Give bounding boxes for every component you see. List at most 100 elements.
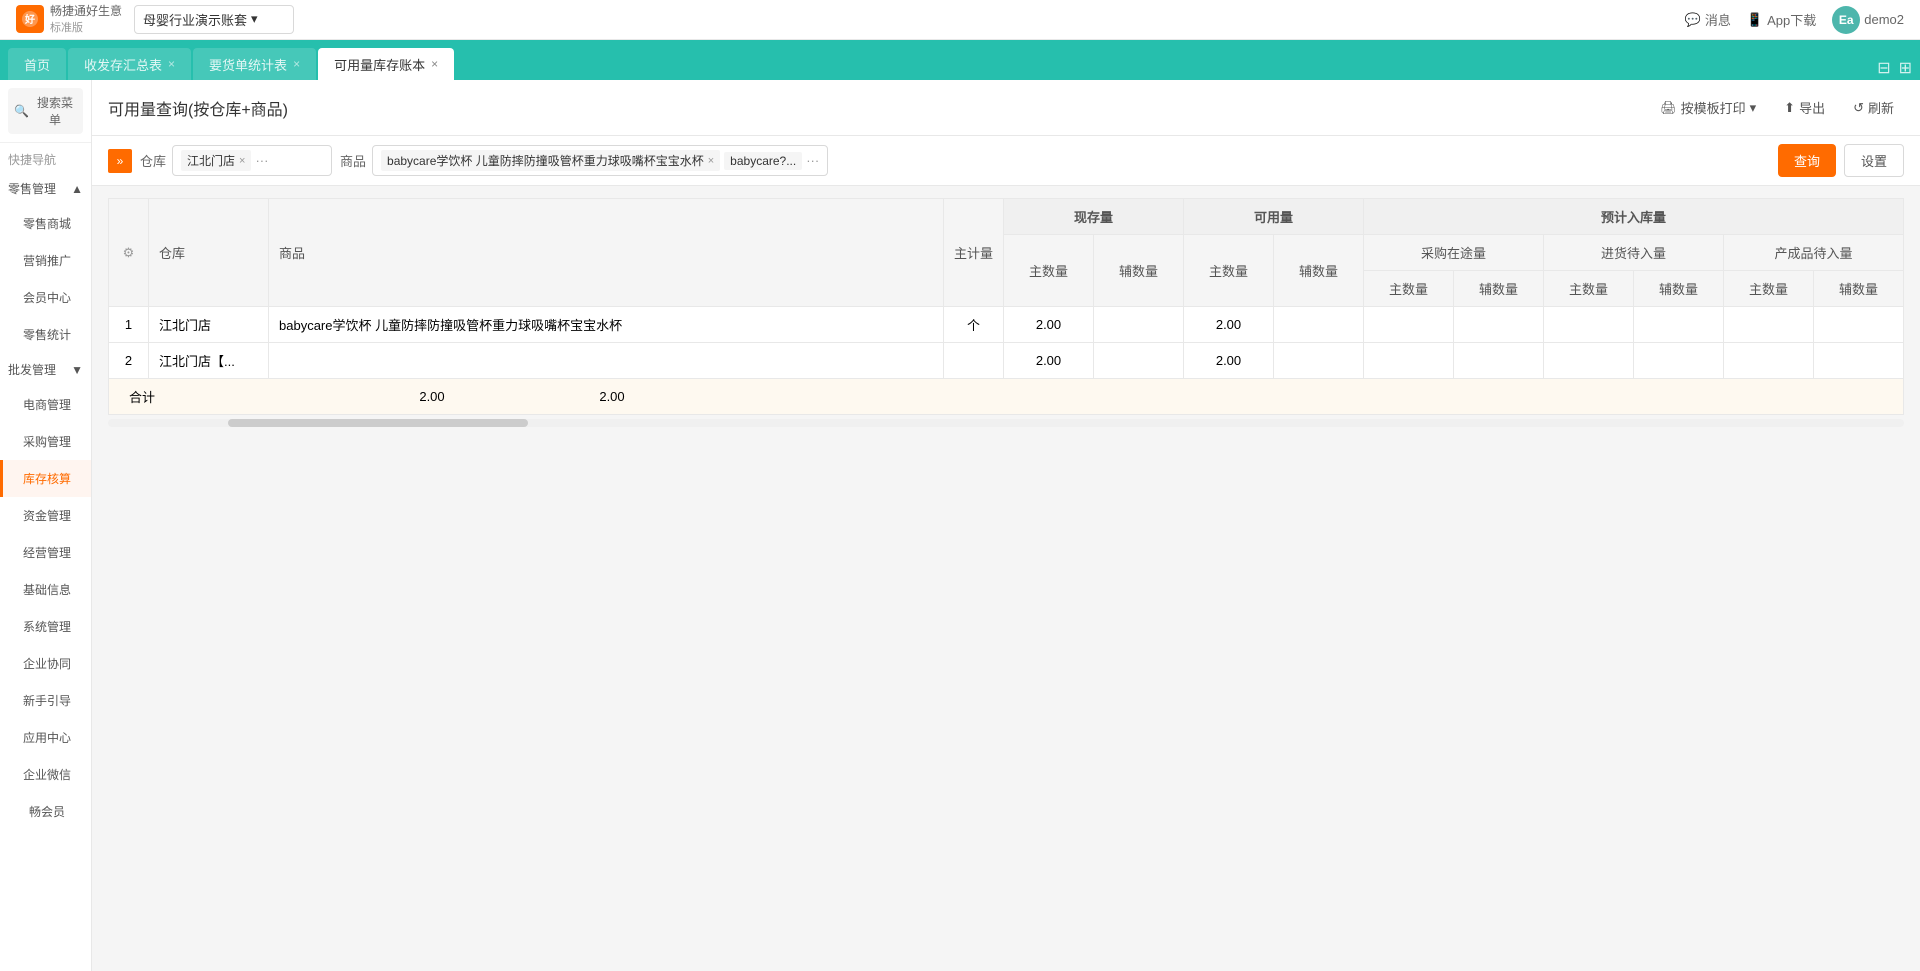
- message-button[interactable]: 💬 消息: [1685, 10, 1731, 29]
- sidebar-item-retail-stat[interactable]: 零售统计: [0, 316, 91, 353]
- tab-available[interactable]: 可用量库存账本 ×: [318, 48, 454, 80]
- cell-stock-main: 2.00: [1004, 307, 1094, 343]
- product-more[interactable]: ···: [806, 153, 819, 168]
- sidebar-search: 🔍 搜索菜单: [0, 80, 91, 143]
- sidebar-item-wechat[interactable]: 企业微信: [0, 756, 91, 793]
- tab-minimize-icon[interactable]: ⊟: [1877, 58, 1890, 78]
- table-footer: 合计 2.00 2.00: [108, 379, 1904, 415]
- print-arrow: ▾: [1750, 100, 1757, 116]
- tab-receive-label: 收发存汇总表: [84, 55, 162, 74]
- warehouse-filter-label: 仓库: [140, 151, 166, 170]
- tab-order[interactable]: 要货单统计表 ×: [193, 48, 316, 80]
- search-menu-button[interactable]: 🔍 搜索菜单: [8, 88, 83, 134]
- export-icon: ⬆: [1784, 100, 1795, 116]
- cell-stock-main: 2.00: [1004, 343, 1094, 379]
- tab-home-label: 首页: [24, 55, 50, 74]
- sidebar-item-retail-mall[interactable]: 零售商城: [0, 205, 91, 242]
- cell-incoming-main: [1544, 343, 1634, 379]
- tab-receive[interactable]: 收发存汇总表 ×: [68, 48, 191, 80]
- tab-receive-close[interactable]: ×: [168, 57, 175, 71]
- user-menu[interactable]: Ea demo2: [1832, 6, 1904, 34]
- export-label: 导出: [1799, 98, 1825, 117]
- cell-unit: 个: [944, 307, 1004, 343]
- th-production-group: 产成品待入量: [1724, 235, 1904, 271]
- sidebar-item-member[interactable]: 会员中心: [0, 279, 91, 316]
- sidebar-item-label: 企业协同: [23, 657, 71, 671]
- username: demo2: [1864, 12, 1904, 27]
- chevron-down-icon: ▾: [251, 11, 258, 27]
- th-purchase-aux: 辅数量: [1454, 271, 1544, 307]
- warehouse-tag-close[interactable]: ×: [239, 155, 245, 167]
- tab-home[interactable]: 首页: [8, 48, 66, 80]
- top-bar-right: 💬 消息 📱 App下载 Ea demo2: [1685, 6, 1904, 34]
- print-label: 按模板打印: [1681, 98, 1746, 117]
- sidebar-item-system[interactable]: 系统管理: [0, 608, 91, 645]
- sidebar-item-appcenter[interactable]: 应用中心: [0, 719, 91, 756]
- print-icon: 🖨: [1660, 100, 1677, 116]
- sidebar-item-marketing[interactable]: 营销推广: [0, 242, 91, 279]
- cell-product: [269, 343, 944, 379]
- sidebar-item-collab[interactable]: 企业协同: [0, 645, 91, 682]
- th-stock-group: 现存量: [1004, 199, 1184, 235]
- top-bar-left: 好 畅捷通好生意 标准版 母婴行业演示账套 ▾: [16, 4, 294, 34]
- sidebar-item-inventory[interactable]: 库存核算: [0, 460, 91, 497]
- print-button[interactable]: 🖨 按模板打印 ▾: [1650, 92, 1766, 123]
- th-purchase-main: 主数量: [1364, 271, 1454, 307]
- sidebar-item-purchase[interactable]: 采购管理: [0, 423, 91, 460]
- tab-order-close[interactable]: ×: [293, 57, 300, 71]
- table-scroll-thumb[interactable]: [228, 419, 528, 427]
- cell-production-aux: [1814, 307, 1904, 343]
- export-button[interactable]: ⬆ 导出: [1774, 92, 1835, 123]
- cell-available-main: 2.00: [1184, 307, 1274, 343]
- sidebar-item-label: 电商管理: [23, 398, 71, 412]
- tab-available-label: 可用量库存账本: [334, 55, 425, 74]
- warehouse-filter-group: 仓库 江北门店 × ···: [140, 145, 332, 176]
- cell-unit: [944, 343, 1004, 379]
- product-filter-input[interactable]: babycare学饮杯 儿童防摔防撞吸管杯重力球吸嘴杯宝宝水杯 × babyca…: [372, 145, 828, 176]
- sidebar-item-retail-mgmt[interactable]: 零售管理 ▲: [0, 172, 91, 205]
- cell-seq: 2: [109, 343, 149, 379]
- settings-icon[interactable]: ⚙: [123, 245, 135, 260]
- sidebar-item-operation[interactable]: 经营管理: [0, 534, 91, 571]
- th-seq: ⚙: [109, 199, 149, 307]
- sidebar-item-label: 经营管理: [23, 546, 71, 560]
- download-button[interactable]: 📱 App下载: [1747, 10, 1816, 29]
- table-scroll-bar[interactable]: [108, 419, 1904, 427]
- tenant-name: 母婴行业演示账套: [143, 10, 247, 29]
- sidebar-item-ecommerce[interactable]: 电商管理: [0, 386, 91, 423]
- th-available-main: 主数量: [1184, 235, 1274, 307]
- product-filter-group: 商品 babycare学饮杯 儿童防摔防撞吸管杯重力球吸嘴杯宝宝水杯 × bab…: [340, 145, 828, 176]
- query-button[interactable]: 查询: [1778, 144, 1836, 177]
- product-tag-1-value: babycare学饮杯 儿童防摔防撞吸管杯重力球吸嘴杯宝宝水杯: [387, 152, 704, 169]
- tab-expand-icon[interactable]: ⊞: [1899, 58, 1912, 78]
- settings-button[interactable]: 设置: [1844, 144, 1904, 177]
- filter-bar: » 仓库 江北门店 × ··· 商品 babycare学饮杯 儿童防摔防撞吸管杯…: [92, 136, 1920, 186]
- message-label: 消息: [1705, 10, 1731, 29]
- cell-stock-aux: [1094, 307, 1184, 343]
- content-area: 可用量查询(按仓库+商品) 🖨 按模板打印 ▾ ⬆ 导出 ↺ 刷新: [92, 80, 1920, 971]
- warehouse-more[interactable]: ···: [255, 153, 268, 168]
- sidebar-item-newbie[interactable]: 新手引导: [0, 682, 91, 719]
- th-product: 商品: [269, 199, 944, 307]
- sidebar-item-basic[interactable]: 基础信息: [0, 571, 91, 608]
- filter-expand-button[interactable]: »: [108, 149, 132, 173]
- warehouse-tag: 江北门店 ×: [181, 150, 251, 171]
- page-actions: 🖨 按模板打印 ▾ ⬆ 导出 ↺ 刷新: [1650, 92, 1904, 123]
- refresh-button[interactable]: ↺ 刷新: [1843, 92, 1904, 123]
- cell-incoming-aux: [1634, 307, 1724, 343]
- sidebar-item-finance[interactable]: 资金管理: [0, 497, 91, 534]
- sidebar-item-label: 会员中心: [23, 291, 71, 305]
- th-available-aux: 辅数量: [1274, 235, 1364, 307]
- product-tag-1-close[interactable]: ×: [708, 155, 714, 167]
- warehouse-filter-input[interactable]: 江北门店 × ···: [172, 145, 332, 176]
- sidebar-item-member2[interactable]: 畅会员: [0, 793, 91, 830]
- cell-available-aux: [1274, 343, 1364, 379]
- tab-available-close[interactable]: ×: [431, 57, 438, 71]
- product-tag-2-value: babycare?...: [730, 154, 796, 168]
- tenant-selector[interactable]: 母婴行业演示账套 ▾: [134, 5, 294, 34]
- cell-incoming-main: [1544, 307, 1634, 343]
- th-stock-main: 主数量: [1004, 235, 1094, 307]
- cell-production-aux: [1814, 343, 1904, 379]
- phone-icon: 📱: [1747, 12, 1763, 28]
- sidebar-item-wholesale[interactable]: 批发管理 ▼: [0, 353, 91, 386]
